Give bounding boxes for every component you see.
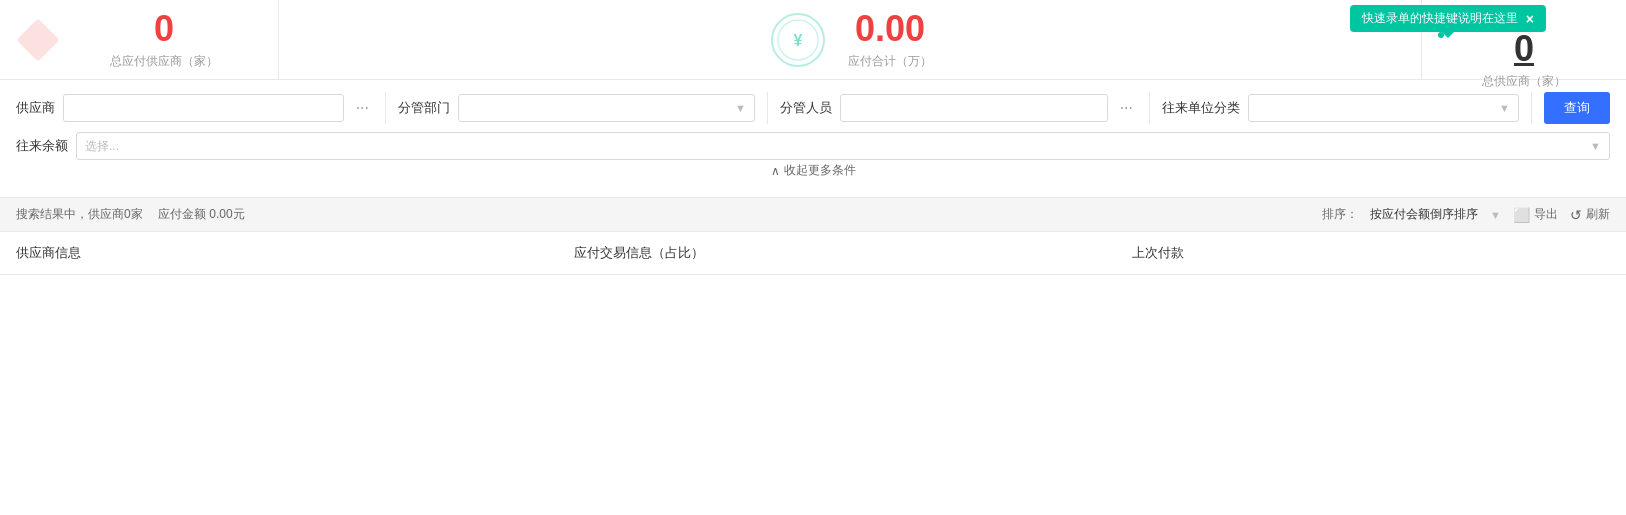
collapse-label: 收起更多条件 (784, 162, 856, 179)
result-actions: 排序： 按应付会额倒序排序 ▼ ⬜ 导出 ↺ 刷新 (1322, 206, 1610, 223)
result-amount: 应付金额 0.00元 (158, 207, 245, 221)
svg-text:¥: ¥ (794, 32, 803, 49)
result-bar: 搜索结果中，供应商0家 应付金额 0.00元 排序： 按应付会额倒序排序 ▼ ⬜… (0, 198, 1626, 232)
supplier-label: 供应商 (16, 99, 55, 117)
person-dots-button[interactable]: ··· (1116, 99, 1137, 117)
total-suppliers-number: 0 (1514, 29, 1534, 69)
person-filter: 分管人员 ··· (768, 92, 1150, 124)
col-transaction-info-header: 应付交易信息（占比） (574, 244, 1132, 262)
coin-icon: ¥ (770, 12, 826, 68)
payable-total-number: 0.00 (855, 9, 925, 49)
collapse-button[interactable]: ∧ 收起更多条件 (771, 162, 856, 179)
unit-class-filter: 往来单位分类 ▼ (1150, 92, 1532, 124)
refresh-icon: ↺ (1570, 207, 1582, 223)
supplier-dots-button[interactable]: ··· (352, 99, 373, 117)
supplier-filter: 供应商 ··· (16, 92, 386, 124)
total-payable-suppliers-block: ¥ 0 总应付供应商（家） (0, 0, 279, 79)
filter-row-2: 往来余额 选择... ▼ (16, 132, 1610, 160)
export-label: 导出 (1534, 206, 1558, 223)
diamond-icon: ¥ (10, 12, 66, 68)
total-suppliers-block: 快速录单的快捷键说明在这里 × 0 总供应商（家） (1422, 0, 1626, 79)
balance-chevron-icon: ▼ (1590, 140, 1601, 152)
table-header: 供应商信息 应付交易信息（占比） 上次付款 (0, 232, 1626, 275)
stats-bar: ¥ 0 总应付供应商（家） ¥ 0.00 应付合计（万） (0, 0, 1626, 80)
unit-class-label: 往来单位分类 (1162, 99, 1240, 117)
dept-filter: 分管部门 ▼ (386, 92, 768, 124)
balance-label: 往来余额 (16, 137, 68, 155)
filter-bar: 供应商 ··· 分管部门 ▼ 分管人员 ··· 往来单位分类 (0, 80, 1626, 198)
sort-select-button[interactable]: 按应付会额倒序排序 (1370, 206, 1478, 223)
dept-select[interactable]: ▼ (458, 94, 755, 122)
supplier-input-wrap (63, 94, 344, 122)
tooltip-bubble: 快速录单的快捷键说明在这里 × (1350, 5, 1546, 32)
payable-total-block: ¥ 0.00 应付合计（万） (279, 0, 1422, 79)
tooltip-text: 快速录单的快捷键说明在这里 (1362, 10, 1518, 27)
result-text: 搜索结果中，供应商0家 (16, 207, 143, 221)
table-content (0, 275, 1626, 515)
col2-label: 应付交易信息（占比） (574, 245, 704, 260)
collapse-up-icon: ∧ (771, 164, 780, 178)
export-icon: ⬜ (1513, 207, 1530, 223)
unit-class-select[interactable]: ▼ (1248, 94, 1519, 122)
sort-label: 排序： (1322, 206, 1358, 223)
dept-chevron-icon: ▼ (735, 102, 746, 114)
export-button[interactable]: ⬜ 导出 (1513, 206, 1558, 223)
collapse-btn-wrap: ∧ 收起更多条件 (16, 160, 1610, 189)
dept-label: 分管部门 (398, 99, 450, 117)
total-payable-number: 0 (154, 9, 174, 49)
person-input[interactable] (840, 94, 1108, 122)
tooltip-close-button[interactable]: × (1526, 12, 1534, 26)
supplier-input[interactable] (63, 94, 344, 122)
total-payable-label: 总应付供应商（家） (110, 53, 218, 70)
col-supplier-info-header: 供应商信息 (16, 244, 574, 262)
balance-select[interactable]: 选择... ▼ (76, 132, 1610, 160)
refresh-label: 刷新 (1586, 206, 1610, 223)
query-button[interactable]: 查询 (1544, 92, 1610, 124)
balance-placeholder: 选择... (85, 138, 1590, 155)
result-summary: 搜索结果中，供应商0家 应付金额 0.00元 (16, 206, 245, 223)
refresh-button[interactable]: ↺ 刷新 (1570, 206, 1610, 223)
col-last-payment-header: 上次付款 (1132, 244, 1610, 262)
sort-chevron-icon: ▼ (1490, 209, 1501, 221)
col1-label: 供应商信息 (16, 245, 81, 260)
person-label: 分管人员 (780, 99, 832, 117)
unit-class-chevron-icon: ▼ (1499, 102, 1510, 114)
total-suppliers-label: 总供应商（家） (1482, 73, 1566, 90)
person-input-wrap (840, 94, 1108, 122)
filter-row-1: 供应商 ··· 分管部门 ▼ 分管人员 ··· 往来单位分类 (16, 92, 1610, 124)
svg-text:¥: ¥ (34, 31, 43, 48)
payable-total-label: 应付合计（万） (848, 53, 932, 70)
col3-label: 上次付款 (1132, 245, 1184, 260)
